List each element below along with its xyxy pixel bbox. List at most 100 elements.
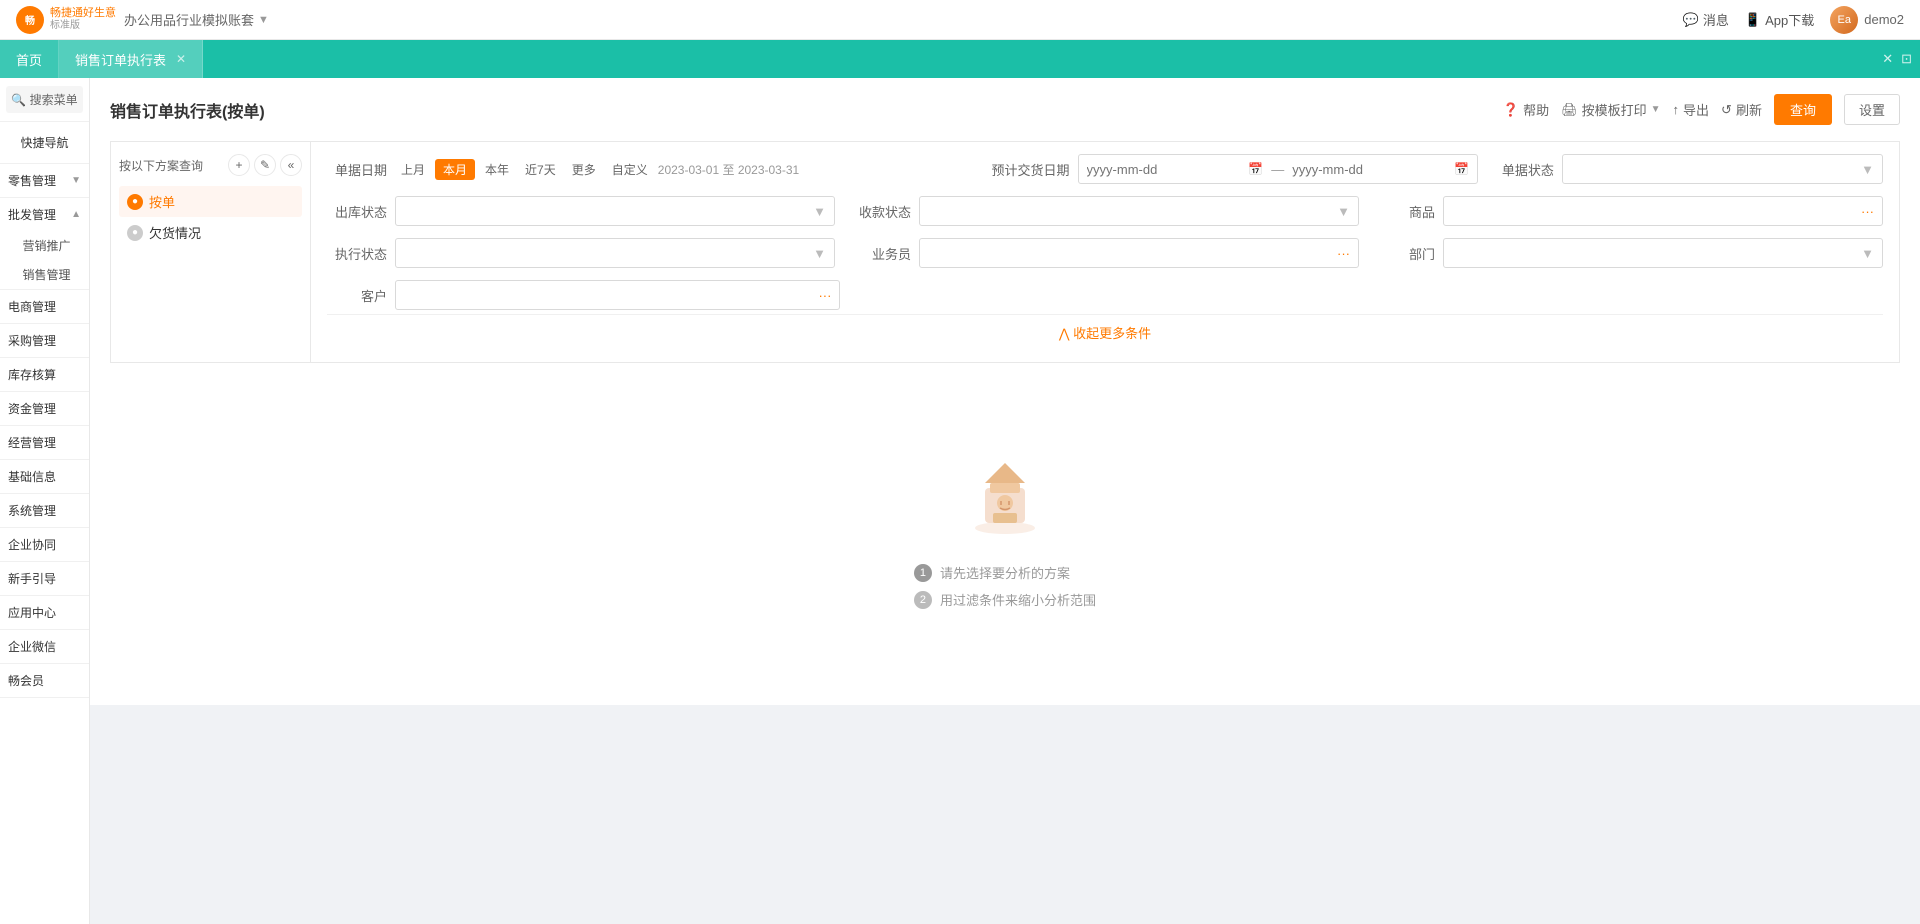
sidebar-item-wholesale[interactable]: 批发管理 ▲ xyxy=(0,198,89,231)
sidebar-item-system[interactable]: 系统管理 xyxy=(0,494,89,527)
salesperson-select[interactable]: ··· xyxy=(919,238,1359,268)
collapse-label: 收起更多条件 xyxy=(1073,326,1151,341)
system-label: 系统管理 xyxy=(8,502,56,519)
print-icon: 🖨 xyxy=(1561,102,1578,118)
product-select[interactable]: ··· xyxy=(1443,196,1883,226)
export-btn[interactable]: ↑ 导出 xyxy=(1673,100,1710,119)
order-status-select[interactable]: ▼ xyxy=(1562,154,1883,184)
collection-status-label: 收款状态 xyxy=(851,202,911,221)
query-btn[interactable]: 查询 xyxy=(1774,94,1832,125)
sidebar-section-operation: 经营管理 xyxy=(0,426,89,460)
product-more-btn[interactable]: ··· xyxy=(1861,204,1874,219)
message-btn[interactable]: 💬 消息 xyxy=(1683,10,1729,29)
newbie-label: 新手引导 xyxy=(8,570,56,587)
date-buttons: 上月 本月 本年 近7天 更多 自定义 xyxy=(395,159,654,180)
tip-text-2: 用过滤条件来缩小分析范围 xyxy=(940,590,1096,609)
filter-item-product: 商品 ··· xyxy=(1375,196,1883,226)
date-btn-7days[interactable]: 近7天 xyxy=(519,159,562,180)
header-left: 畅 畅捷通好生意 标准版 办公用品行业模拟账套 ▼ xyxy=(16,6,269,34)
filter-item-order-status: 单据状态 ▼ xyxy=(1494,154,1883,184)
sidebar-item-quick-nav[interactable]: 快捷导航 xyxy=(0,128,89,157)
download-icon: 📱 xyxy=(1745,12,1761,28)
page-header: 销售订单执行表(按单) ❓ 帮助 🖨 按模板打印 ▼ ↑ xyxy=(110,94,1900,125)
date-btn-this-year[interactable]: 本年 xyxy=(479,159,515,180)
scheme-label-debt: 欠货情况 xyxy=(149,223,201,242)
date-btn-this-month[interactable]: 本月 xyxy=(435,159,475,180)
refresh-btn[interactable]: ↺ 刷新 xyxy=(1721,100,1762,119)
date-btn-last-month[interactable]: 上月 xyxy=(395,159,431,180)
sidebar: 🔍 搜索菜单 快捷导航 零售管理 ▼ 批发管理 ▲ 营销推广 销售管理 xyxy=(0,78,90,924)
sidebar-item-promo[interactable]: 营销推广 xyxy=(0,231,89,260)
sales-label: 销售管理 xyxy=(22,268,70,282)
sidebar-item-retail[interactable]: 零售管理 ▼ xyxy=(0,164,89,197)
collapse-scheme-btn[interactable]: « xyxy=(280,154,302,176)
tab-close-icon[interactable]: ✕ xyxy=(176,52,186,66)
app-title-area[interactable]: 办公用品行业模拟账套 ▼ xyxy=(124,10,269,29)
edit-scheme-btn[interactable]: ✎ xyxy=(254,154,276,176)
delivery-date-to[interactable] xyxy=(1292,162,1450,177)
sidebar-item-newbie[interactable]: 新手引导 xyxy=(0,562,89,595)
help-btn[interactable]: ❓ 帮助 xyxy=(1503,100,1549,119)
add-scheme-btn[interactable]: + xyxy=(228,154,250,176)
app-download-label: App下载 xyxy=(1765,10,1814,29)
collection-status-select[interactable]: ▼ xyxy=(919,196,1359,226)
basic-label: 基础信息 xyxy=(8,468,56,485)
sidebar-item-inventory[interactable]: 库存核算 xyxy=(0,358,89,391)
department-select[interactable]: ▼ xyxy=(1443,238,1883,268)
tip-num-2: 2 xyxy=(914,591,932,609)
tab-sales-order[interactable]: 销售订单执行表 ✕ xyxy=(59,40,203,78)
help-label: 帮助 xyxy=(1523,100,1549,119)
search-menu-btn[interactable]: 🔍 搜索菜单 xyxy=(6,86,83,113)
logo-area: 畅 畅捷通好生意 标准版 xyxy=(16,6,116,34)
sidebar-item-finance[interactable]: 资金管理 xyxy=(0,392,89,425)
user-area[interactable]: Ea demo2 xyxy=(1830,6,1904,34)
filter-item-salesperson: 业务员 ··· xyxy=(851,238,1359,268)
top-header: 畅 畅捷通好生意 标准版 办公用品行业模拟账套 ▼ 💬 消息 📱 App下载 E… xyxy=(0,0,1920,40)
sidebar-item-sales[interactable]: 销售管理 xyxy=(0,260,89,289)
date-btn-more[interactable]: 更多 xyxy=(566,159,602,180)
salesperson-label: 业务员 xyxy=(851,244,911,263)
customer-select[interactable]: ··· xyxy=(395,280,840,310)
sidebar-nav: 快捷导航 xyxy=(0,122,89,164)
sidebar-item-member[interactable]: 畅会员 xyxy=(0,664,89,697)
sidebar-item-appstore[interactable]: 应用中心 xyxy=(0,596,89,629)
print-btn[interactable]: 🖨 按模板打印 ▼ xyxy=(1561,100,1660,119)
app-dropdown-icon[interactable]: ▼ xyxy=(258,14,269,26)
settings-btn[interactable]: 设置 xyxy=(1844,94,1900,125)
sidebar-item-operation[interactable]: 经营管理 xyxy=(0,426,89,459)
tab-actions: ✕ ⊡ xyxy=(1882,40,1920,78)
help-icon: ❓ xyxy=(1503,102,1519,118)
tab-close-window-icon[interactable]: ✕ xyxy=(1882,51,1893,67)
logo-icon: 畅 xyxy=(16,6,44,34)
refresh-icon: ↺ xyxy=(1721,102,1732,118)
exec-status-select[interactable]: ▼ xyxy=(395,238,835,268)
promo-label: 营销推广 xyxy=(22,239,70,253)
sidebar-item-purchase[interactable]: 采购管理 xyxy=(0,324,89,357)
avatar: Ea xyxy=(1830,6,1858,34)
customer-more-btn[interactable]: ··· xyxy=(818,288,831,303)
scheme-item-order[interactable]: ● 按单 xyxy=(119,186,302,217)
calendar-icon-right: 📅 xyxy=(1454,162,1469,176)
sidebar-item-wechat[interactable]: 企业微信 xyxy=(0,630,89,663)
refresh-label: 刷新 xyxy=(1736,100,1762,119)
sidebar-item-corp[interactable]: 企业协同 xyxy=(0,528,89,561)
sidebar-section-basic: 基础信息 xyxy=(0,460,89,494)
tab-bar: 首页 销售订单执行表 ✕ ✕ ⊡ xyxy=(0,40,1920,78)
page-title: 销售订单执行表(按单) xyxy=(110,98,265,122)
sidebar-section-system: 系统管理 xyxy=(0,494,89,528)
salesperson-more-btn[interactable]: ··· xyxy=(1337,246,1350,261)
delivery-status-select[interactable]: ▼ xyxy=(395,196,835,226)
ecom-label: 电商管理 xyxy=(8,298,56,315)
collapse-btn[interactable]: ⋀ 收起更多条件 xyxy=(327,314,1883,350)
app-download-btn[interactable]: 📱 App下载 xyxy=(1745,10,1814,29)
delivery-date-range[interactable]: 📅 — 📅 xyxy=(1078,154,1478,184)
scheme-item-debt[interactable]: ● 欠货情况 xyxy=(119,217,302,248)
delivery-date-from[interactable] xyxy=(1087,162,1245,177)
date-btn-custom[interactable]: 自定义 xyxy=(606,159,654,180)
tab-home[interactable]: 首页 xyxy=(0,40,59,78)
sidebar-item-basic[interactable]: 基础信息 xyxy=(0,460,89,493)
empty-illustration xyxy=(955,443,1055,543)
sidebar-item-ecom[interactable]: 电商管理 xyxy=(0,290,89,323)
tab-restore-icon[interactable]: ⊡ xyxy=(1901,51,1912,67)
filter-row-4: 客户 ··· xyxy=(327,280,1883,310)
